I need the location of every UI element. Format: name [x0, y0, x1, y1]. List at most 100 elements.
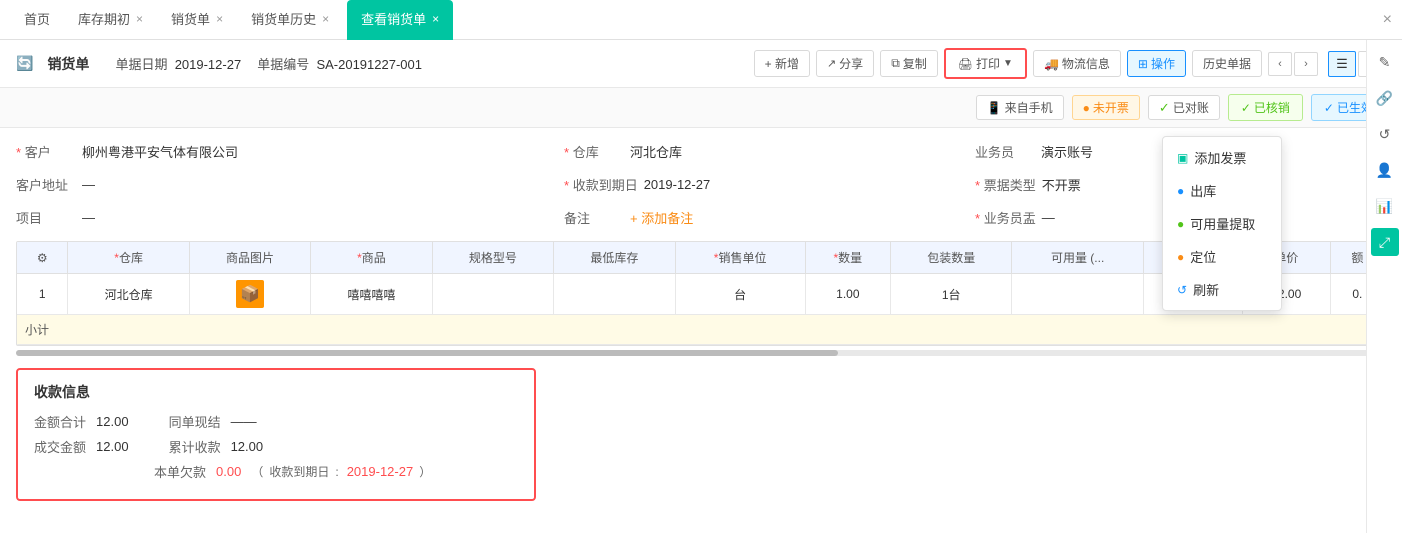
link-sidebar-icon[interactable]: 🔗 — [1371, 84, 1399, 112]
operate-button[interactable]: ⊞ 操作 — [1127, 50, 1186, 77]
add-invoice-icon: ▣ — [1177, 151, 1188, 165]
expand-sidebar-icon[interactable]: ⤢ — [1371, 228, 1399, 256]
tab-sales-history[interactable]: 销货单历史 × — [237, 0, 343, 40]
number-value: SA-20191227-001 — [316, 57, 422, 72]
date-label: 单据日期 2019-12-27 — [115, 54, 241, 73]
due-date-field: * 收款到期日 2019-12-27 — [564, 175, 975, 194]
edit-sidebar-icon[interactable]: ✎ — [1371, 48, 1399, 76]
check-label: 已对账 — [1173, 99, 1209, 116]
date-value: 2019-12-27 — [175, 57, 242, 72]
refresh-sidebar-icon[interactable]: ↺ — [1371, 120, 1399, 148]
settings-icon: ⚙ — [37, 251, 48, 265]
mobile-icon: 📱 — [987, 101, 1002, 115]
close-inventory-init[interactable]: × — [136, 12, 143, 26]
logistics-icon: 🚚 — [1044, 57, 1059, 71]
print-icon: 🖨 — [958, 57, 973, 71]
not-open-button[interactable]: ● 未开票 — [1072, 95, 1140, 120]
scroll-thumb — [16, 350, 838, 356]
cell-no: 1 — [17, 274, 68, 315]
transaction-amount-value: 12.00 — [96, 439, 129, 454]
project-field: 项目 — — [16, 208, 564, 227]
print-highlight-box: 🖨 打印 ▼ — [944, 48, 1027, 79]
menu-refresh[interactable]: ↺ 刷新 — [1163, 273, 1281, 306]
share-button[interactable]: ↗ 分享 — [816, 50, 874, 77]
product-image: 📦 — [236, 280, 264, 308]
sub-action-bar: 📱 来自手机 ● 未开票 ✓ 已对账 ✓ 已核销 ✓ 已生效 — [0, 88, 1402, 128]
copy-button[interactable]: ⧉ 复制 — [880, 50, 938, 77]
cell-available — [1012, 274, 1143, 315]
col-min-stock: 最低库存 — [554, 242, 675, 274]
due-date-value: 2019-12-27 — [638, 175, 718, 194]
same-settlement-label: 同单现结 — [169, 412, 221, 431]
new-button[interactable]: + 新增 — [754, 50, 810, 77]
ticket-icon: ● — [1083, 101, 1090, 115]
operate-icon: ⊞ — [1138, 57, 1148, 71]
user-sidebar-icon[interactable]: 👤 — [1371, 156, 1399, 184]
salesperson-value: 演示账号 — [1035, 140, 1115, 163]
total-amount-value: 12.00 — [96, 414, 129, 429]
share-icon: ↗ — [827, 57, 836, 70]
sold-icon: ✓ — [1241, 101, 1251, 115]
logistics-button[interactable]: 🚚 物流信息 — [1033, 50, 1121, 77]
col-product-img: 商品图片 — [189, 242, 310, 274]
subtotal-row: 小计 — [17, 315, 1385, 345]
address-field: 客户地址 — — [16, 175, 564, 194]
print-button[interactable]: 🖨 打印 ▼ — [948, 51, 1023, 76]
history-button[interactable]: 历史单据 — [1192, 50, 1262, 77]
window-close-button[interactable]: × — [1383, 11, 1392, 29]
cell-pack-qty: 1台 — [891, 274, 1012, 315]
warehouse-value: 河北仓库 — [624, 140, 704, 163]
doc-header: 🔄 销货单 单据日期 2019-12-27 单据编号 SA-20191227-0… — [0, 40, 1402, 88]
same-settlement-value: —— — [231, 414, 257, 429]
col-qty: *数量 — [805, 242, 890, 274]
menu-outbound[interactable]: ● 出库 — [1163, 174, 1281, 207]
check-verified-button[interactable]: ✓ 已对账 — [1148, 95, 1220, 120]
from-mobile-button[interactable]: 📱 来自手机 — [976, 95, 1064, 120]
cell-product: 嘻嘻嘻嘻 — [311, 274, 432, 315]
tab-check-sales[interactable]: 查看销货单 × — [347, 0, 453, 40]
same-settlement-field: 同单现结 —— — [169, 412, 257, 431]
main-area: 🔄 销货单 单据日期 2019-12-27 单据编号 SA-20191227-0… — [0, 40, 1402, 533]
tab-sales-order[interactable]: 销货单 × — [157, 0, 237, 40]
col-available: 可用量 (... — [1012, 242, 1143, 274]
transaction-amount-label: 成交金额 — [34, 437, 86, 456]
doc-meta: 单据日期 2019-12-27 单据编号 SA-20191227-001 — [115, 54, 422, 73]
due-date-payment-value: 2019-12-27 — [347, 464, 414, 479]
current-owed-field: 本单欠款 0.00 （ 收款到期日 : 2019-12-27 ） — [154, 462, 431, 481]
accumulated-field: 累计收款 12.00 — [169, 437, 264, 456]
tab-home[interactable]: 首页 — [10, 0, 64, 40]
refresh-menu-icon: ↺ — [1177, 283, 1187, 297]
col-settings[interactable]: ⚙ — [17, 242, 68, 274]
check-icon: ✓ — [1159, 100, 1170, 116]
next-button[interactable]: › — [1294, 52, 1318, 76]
close-sales-history[interactable]: × — [322, 12, 329, 26]
current-owed-label: 本单欠款 — [154, 462, 206, 481]
prev-button[interactable]: ‹ — [1268, 52, 1292, 76]
horizontal-scrollbar[interactable] — [16, 350, 1386, 356]
tab-inventory-init[interactable]: 库存期初 × — [64, 0, 157, 40]
subtotal-label: 小计 — [17, 315, 1385, 345]
ticket-type-value: 不开票 — [1036, 173, 1116, 196]
menu-add-invoice[interactable]: ▣ 添加发票 — [1163, 141, 1281, 174]
cell-warehouse: 河北仓库 — [68, 274, 189, 315]
effective-icon: ✓ — [1324, 101, 1334, 115]
sold-out-button[interactable]: ✓ 已核销 — [1228, 94, 1303, 121]
current-owed-value: 0.00 — [216, 464, 241, 479]
close-check-sales[interactable]: × — [432, 12, 439, 26]
warehouse-field: * 仓库 河北仓库 — [564, 140, 975, 163]
list-view-button[interactable]: ☰ — [1328, 51, 1356, 77]
note-field: 备注 + 添加备注 — [564, 206, 975, 229]
add-note-button[interactable]: + 添加备注 — [624, 206, 704, 229]
payment-row-2: 成交金额 12.00 累计收款 12.00 — [34, 437, 518, 456]
agent-value: — — [1036, 208, 1116, 227]
menu-available-extract[interactable]: ● 可用量提取 — [1163, 207, 1281, 240]
sales-order-icon: 🔄 — [16, 55, 33, 72]
locate-icon: ● — [1177, 250, 1184, 264]
number-label: 单据编号 SA-20191227-001 — [257, 54, 422, 73]
menu-locate[interactable]: ● 定位 — [1163, 240, 1281, 273]
cell-unit: 台 — [675, 274, 805, 315]
cell-product-img: 📦 — [189, 274, 310, 315]
graph-sidebar-icon[interactable]: 📊 — [1371, 192, 1399, 220]
close-sales-order[interactable]: × — [216, 12, 223, 26]
extract-icon: ● — [1177, 217, 1184, 231]
